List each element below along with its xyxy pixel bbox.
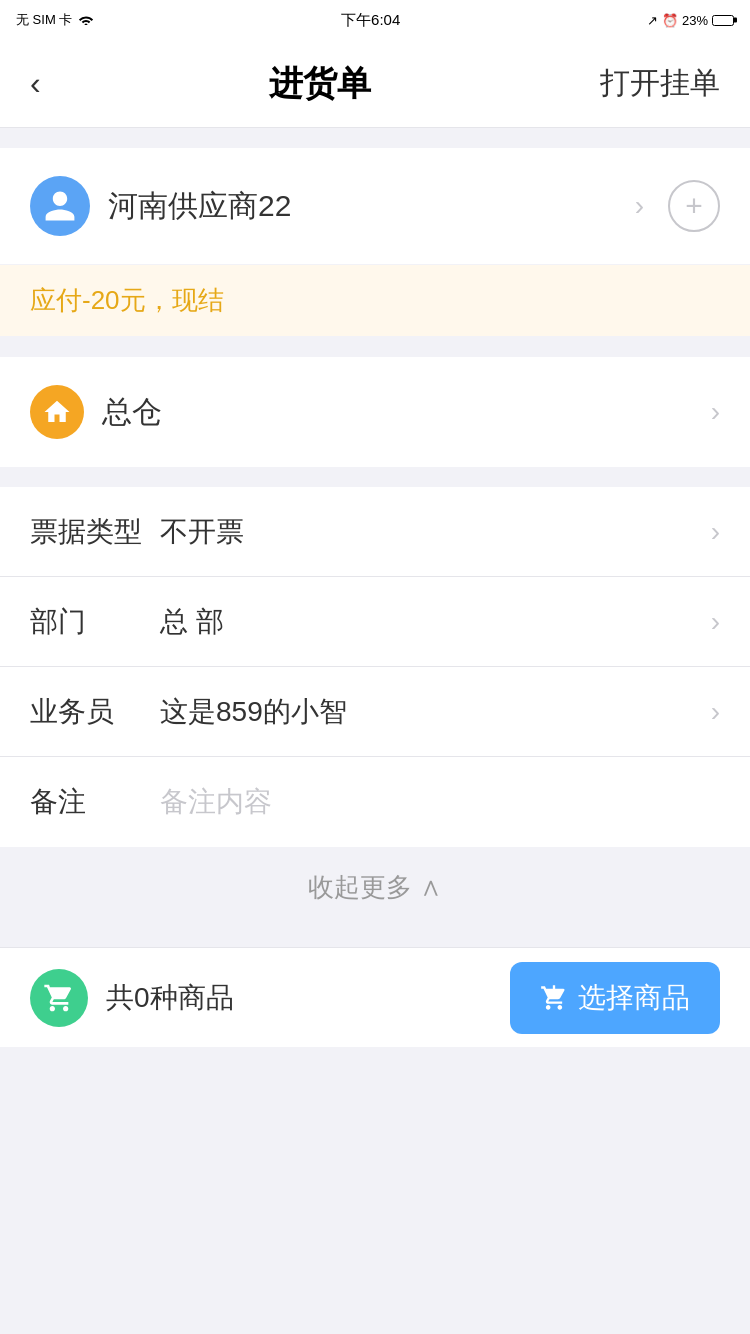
back-button[interactable]: ‹ xyxy=(30,65,41,102)
select-product-icon xyxy=(540,984,568,1012)
status-time: 下午6:04 xyxy=(341,11,400,30)
section-divider-2 xyxy=(0,337,750,357)
section-divider-4 xyxy=(0,927,750,947)
page-title: 进货单 xyxy=(269,61,371,107)
supplier-avatar xyxy=(30,176,90,236)
sim-label: 无 SIM 卡 xyxy=(16,11,72,29)
battery-percent: 23% xyxy=(682,13,708,28)
nav-bar: ‹ 进货单 打开挂单 xyxy=(0,40,750,128)
cart-icon xyxy=(43,982,75,1014)
salesperson-value: 这是859的小智 xyxy=(150,693,701,731)
warehouse-row[interactable]: 总仓 › xyxy=(0,357,750,467)
department-value: 总 部 xyxy=(150,603,701,641)
notice-text: 应付-20元，现结 xyxy=(30,285,224,315)
salesperson-chevron: › xyxy=(711,696,720,728)
product-bar: 共0种商品 选择商品 xyxy=(0,947,750,1047)
supplier-section: 河南供应商22 › + 应付-20元，现结 xyxy=(0,148,750,337)
collapse-bar[interactable]: 收起更多 ∧ xyxy=(0,847,750,927)
status-right: ↗ ⏰ 23% xyxy=(647,13,734,28)
battery-icon xyxy=(712,15,734,26)
salesperson-row[interactable]: 业务员 这是859的小智 › xyxy=(0,667,750,757)
open-pending-button[interactable]: 打开挂单 xyxy=(600,63,720,104)
department-label: 部门 xyxy=(30,603,150,641)
warehouse-section: 总仓 › xyxy=(0,357,750,467)
section-divider-3 xyxy=(0,467,750,487)
warehouse-icon xyxy=(30,385,84,439)
person-icon xyxy=(42,188,78,224)
remark-value: 备注内容 xyxy=(150,783,720,821)
select-product-button[interactable]: 选择商品 xyxy=(510,962,720,1034)
location-icon: ↗ xyxy=(647,13,658,28)
warehouse-chevron-icon: › xyxy=(711,396,720,428)
invoice-type-chevron: › xyxy=(711,516,720,548)
section-divider-top xyxy=(0,128,750,148)
department-row[interactable]: 部门 总 部 › xyxy=(0,577,750,667)
remark-row[interactable]: 备注 备注内容 xyxy=(0,757,750,847)
select-product-label: 选择商品 xyxy=(578,979,690,1017)
invoice-type-label: 票据类型 xyxy=(30,513,150,551)
invoice-type-value: 不开票 xyxy=(150,513,701,551)
house-icon xyxy=(42,397,72,427)
notice-bar: 应付-20元，现结 xyxy=(0,265,750,337)
remark-label: 备注 xyxy=(30,783,150,821)
product-count: 共0种商品 xyxy=(106,979,510,1017)
supplier-name: 河南供应商22 xyxy=(108,186,635,227)
warehouse-name: 总仓 xyxy=(102,392,711,433)
main-content: 河南供应商22 › + 应付-20元，现结 总仓 › 票据类型 不开票 xyxy=(0,128,750,1334)
supplier-row[interactable]: 河南供应商22 › + xyxy=(0,148,750,265)
invoice-type-row[interactable]: 票据类型 不开票 › xyxy=(0,487,750,577)
salesperson-label: 业务员 xyxy=(30,693,150,731)
status-bar: 无 SIM 卡 下午6:04 ↗ ⏰ 23% xyxy=(0,0,750,40)
status-left: 无 SIM 卡 xyxy=(16,11,94,29)
product-icon xyxy=(30,969,88,1027)
supplier-chevron-icon: › xyxy=(635,190,644,222)
form-section: 票据类型 不开票 › 部门 总 部 › 业务员 这是859的小智 › 备注 备注… xyxy=(0,487,750,847)
wifi-icon xyxy=(78,13,94,28)
department-chevron: › xyxy=(711,606,720,638)
alarm-icon: ⏰ xyxy=(662,13,678,28)
add-supplier-button[interactable]: + xyxy=(668,180,720,232)
collapse-label: 收起更多 ∧ xyxy=(308,870,441,905)
